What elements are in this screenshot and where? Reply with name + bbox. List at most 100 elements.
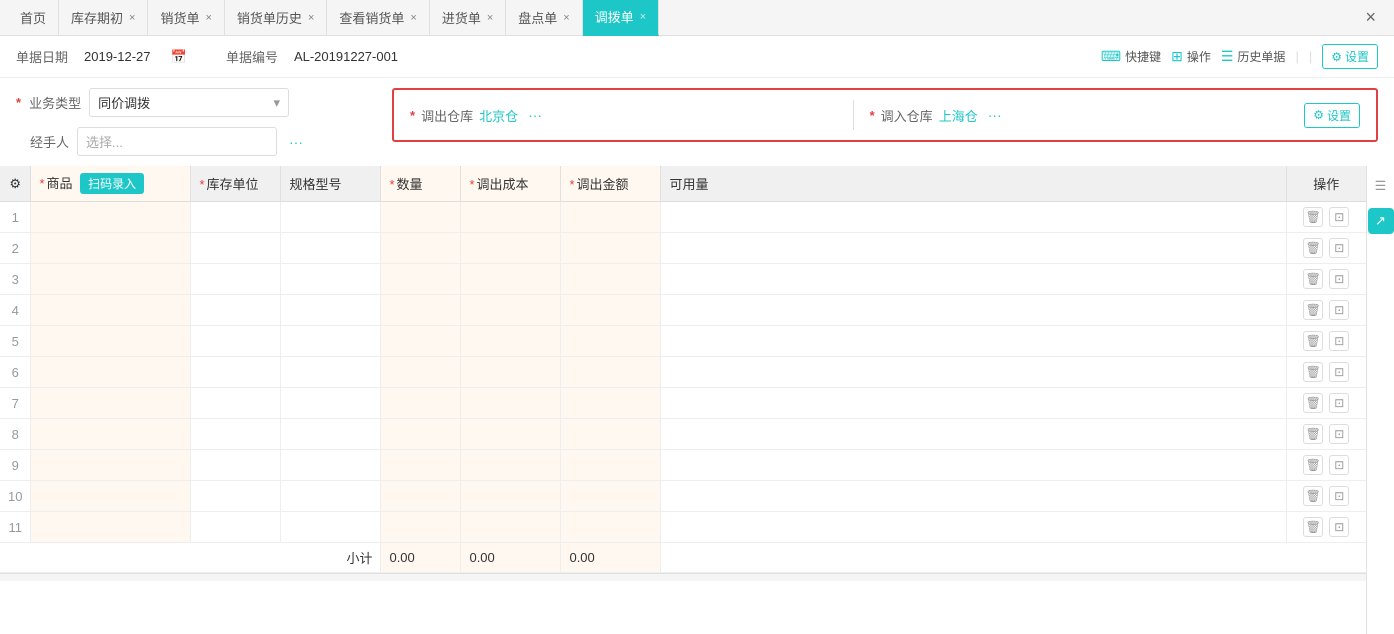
cell-goods-6[interactable] xyxy=(31,357,191,388)
th-settings[interactable]: ⚙ xyxy=(0,166,31,202)
delete-icon-8[interactable]: 🗑 xyxy=(1303,424,1323,444)
cell-amount-11[interactable] xyxy=(561,512,661,543)
copy-icon-9[interactable]: ⊡ xyxy=(1329,455,1349,475)
cell-amount-6[interactable] xyxy=(561,357,661,388)
tab-close-sales-history[interactable]: × xyxy=(308,12,314,24)
tab-purchase[interactable]: 进货单 × xyxy=(430,0,506,36)
delete-icon-11[interactable]: 🗑 xyxy=(1303,517,1323,537)
sidebar-export-icon[interactable]: ↗ xyxy=(1368,208,1394,234)
delete-icon-6[interactable]: 🗑 xyxy=(1303,362,1323,382)
handler-select[interactable]: 选择... xyxy=(77,127,277,156)
delete-icon-7[interactable]: 🗑 xyxy=(1303,393,1323,413)
cell-amount-4[interactable] xyxy=(561,295,661,326)
tab-view-sales[interactable]: 查看销货单 × xyxy=(327,0,429,36)
cell-qty-5[interactable] xyxy=(381,326,461,357)
cell-amount-8[interactable] xyxy=(561,419,661,450)
table-wrapper[interactable]: ⚙ *商品 扫码录入 *库存单位 规格型号 *数量 xyxy=(0,166,1366,634)
tab-close-sales-order[interactable]: × xyxy=(205,12,211,24)
cell-amount-10[interactable] xyxy=(561,481,661,512)
scan-entry-btn[interactable]: 扫码录入 xyxy=(80,173,144,194)
cell-goods-10[interactable] xyxy=(31,481,191,512)
shortcut-btn[interactable]: ⌨ 快捷键 xyxy=(1101,48,1161,65)
cell-qty-9[interactable] xyxy=(381,450,461,481)
tab-close-view-sales[interactable]: × xyxy=(410,12,416,24)
cell-cost-7[interactable] xyxy=(461,388,561,419)
cell-cost-4[interactable] xyxy=(461,295,561,326)
cell-qty-11[interactable] xyxy=(381,512,461,543)
delete-icon-5[interactable]: 🗑 xyxy=(1303,331,1323,351)
tab-sales-order[interactable]: 销货单 × xyxy=(148,0,224,36)
cell-amount-5[interactable] xyxy=(561,326,661,357)
cell-qty-8[interactable] xyxy=(381,419,461,450)
cell-amount-9[interactable] xyxy=(561,450,661,481)
sidebar-list-icon[interactable]: ☰ xyxy=(1369,174,1393,198)
cell-amount-7[interactable] xyxy=(561,388,661,419)
cell-goods-11[interactable] xyxy=(31,512,191,543)
cell-qty-3[interactable] xyxy=(381,264,461,295)
cell-goods-3[interactable] xyxy=(31,264,191,295)
tab-close-inventory-init[interactable]: × xyxy=(129,12,135,24)
warehouse-settings-btn[interactable]: ⚙ 设置 xyxy=(1304,103,1360,128)
out-warehouse-more-btn[interactable]: ··· xyxy=(524,105,546,125)
tab-sales-history[interactable]: 销货单历史 × xyxy=(225,0,327,36)
cell-cost-1[interactable] xyxy=(461,202,561,233)
cell-amount-3[interactable] xyxy=(561,264,661,295)
cell-amount-1[interactable] xyxy=(561,202,661,233)
horizontal-scrollbar[interactable] xyxy=(0,573,1366,581)
copy-icon-5[interactable]: ⊡ xyxy=(1329,331,1349,351)
cell-cost-11[interactable] xyxy=(461,512,561,543)
copy-icon-7[interactable]: ⊡ xyxy=(1329,393,1349,413)
delete-icon-3[interactable]: 🗑 xyxy=(1303,269,1323,289)
cell-qty-4[interactable] xyxy=(381,295,461,326)
copy-icon-11[interactable]: ⊡ xyxy=(1329,517,1349,537)
cell-amount-2[interactable] xyxy=(561,233,661,264)
cell-qty-6[interactable] xyxy=(381,357,461,388)
cell-qty-10[interactable] xyxy=(381,481,461,512)
cell-qty-7[interactable] xyxy=(381,388,461,419)
cell-goods-2[interactable] xyxy=(31,233,191,264)
cell-cost-3[interactable] xyxy=(461,264,561,295)
in-warehouse-more-btn[interactable]: ··· xyxy=(984,105,1006,125)
delete-icon-4[interactable]: 🗑 xyxy=(1303,300,1323,320)
cell-cost-8[interactable] xyxy=(461,419,561,450)
copy-icon-3[interactable]: ⊡ xyxy=(1329,269,1349,289)
in-warehouse-value[interactable]: 上海仓 xyxy=(939,106,978,125)
copy-icon-4[interactable]: ⊡ xyxy=(1329,300,1349,320)
copy-icon-8[interactable]: ⊡ xyxy=(1329,424,1349,444)
tab-close-transfer[interactable]: × xyxy=(640,11,646,23)
cell-cost-9[interactable] xyxy=(461,450,561,481)
cell-goods-7[interactable] xyxy=(31,388,191,419)
delete-icon-2[interactable]: 🗑 xyxy=(1303,238,1323,258)
cell-goods-8[interactable] xyxy=(31,419,191,450)
tab-close-purchase[interactable]: × xyxy=(487,12,493,24)
tab-transfer[interactable]: 调拨单 × xyxy=(583,0,659,36)
window-close-button[interactable]: × xyxy=(1355,7,1386,28)
cell-cost-5[interactable] xyxy=(461,326,561,357)
cell-cost-6[interactable] xyxy=(461,357,561,388)
settings-btn[interactable]: ⚙ 设置 xyxy=(1322,44,1378,69)
delete-icon-9[interactable]: 🗑 xyxy=(1303,455,1323,475)
copy-icon-6[interactable]: ⊡ xyxy=(1329,362,1349,382)
cell-qty-1[interactable] xyxy=(381,202,461,233)
actions-btn[interactable]: ⊞ 操作 xyxy=(1171,48,1211,65)
cell-cost-2[interactable] xyxy=(461,233,561,264)
business-type-select[interactable]: 同价调拨 ▾ xyxy=(89,88,289,117)
history-btn[interactable]: ☰ 历史单据 xyxy=(1221,48,1286,65)
delete-icon-1[interactable]: 🗑 xyxy=(1303,207,1323,227)
tab-close-inventory[interactable]: × xyxy=(563,12,569,24)
calendar-icon[interactable]: 📅 xyxy=(171,49,187,65)
copy-icon-10[interactable]: ⊡ xyxy=(1329,486,1349,506)
copy-icon-1[interactable]: ⊡ xyxy=(1329,207,1349,227)
cell-goods-4[interactable] xyxy=(31,295,191,326)
cell-qty-2[interactable] xyxy=(381,233,461,264)
cell-goods-9[interactable] xyxy=(31,450,191,481)
copy-icon-2[interactable]: ⊡ xyxy=(1329,238,1349,258)
out-warehouse-value[interactable]: 北京仓 xyxy=(479,106,518,125)
tab-inventory[interactable]: 盘点单 × xyxy=(506,0,582,36)
cell-goods-1[interactable] xyxy=(31,202,191,233)
delete-icon-10[interactable]: 🗑 xyxy=(1303,486,1323,506)
tab-inventory-init[interactable]: 库存期初 × xyxy=(59,0,148,36)
handler-more-btn[interactable]: ··· xyxy=(285,132,307,152)
cell-cost-10[interactable] xyxy=(461,481,561,512)
tab-home[interactable]: 首页 xyxy=(8,0,59,36)
